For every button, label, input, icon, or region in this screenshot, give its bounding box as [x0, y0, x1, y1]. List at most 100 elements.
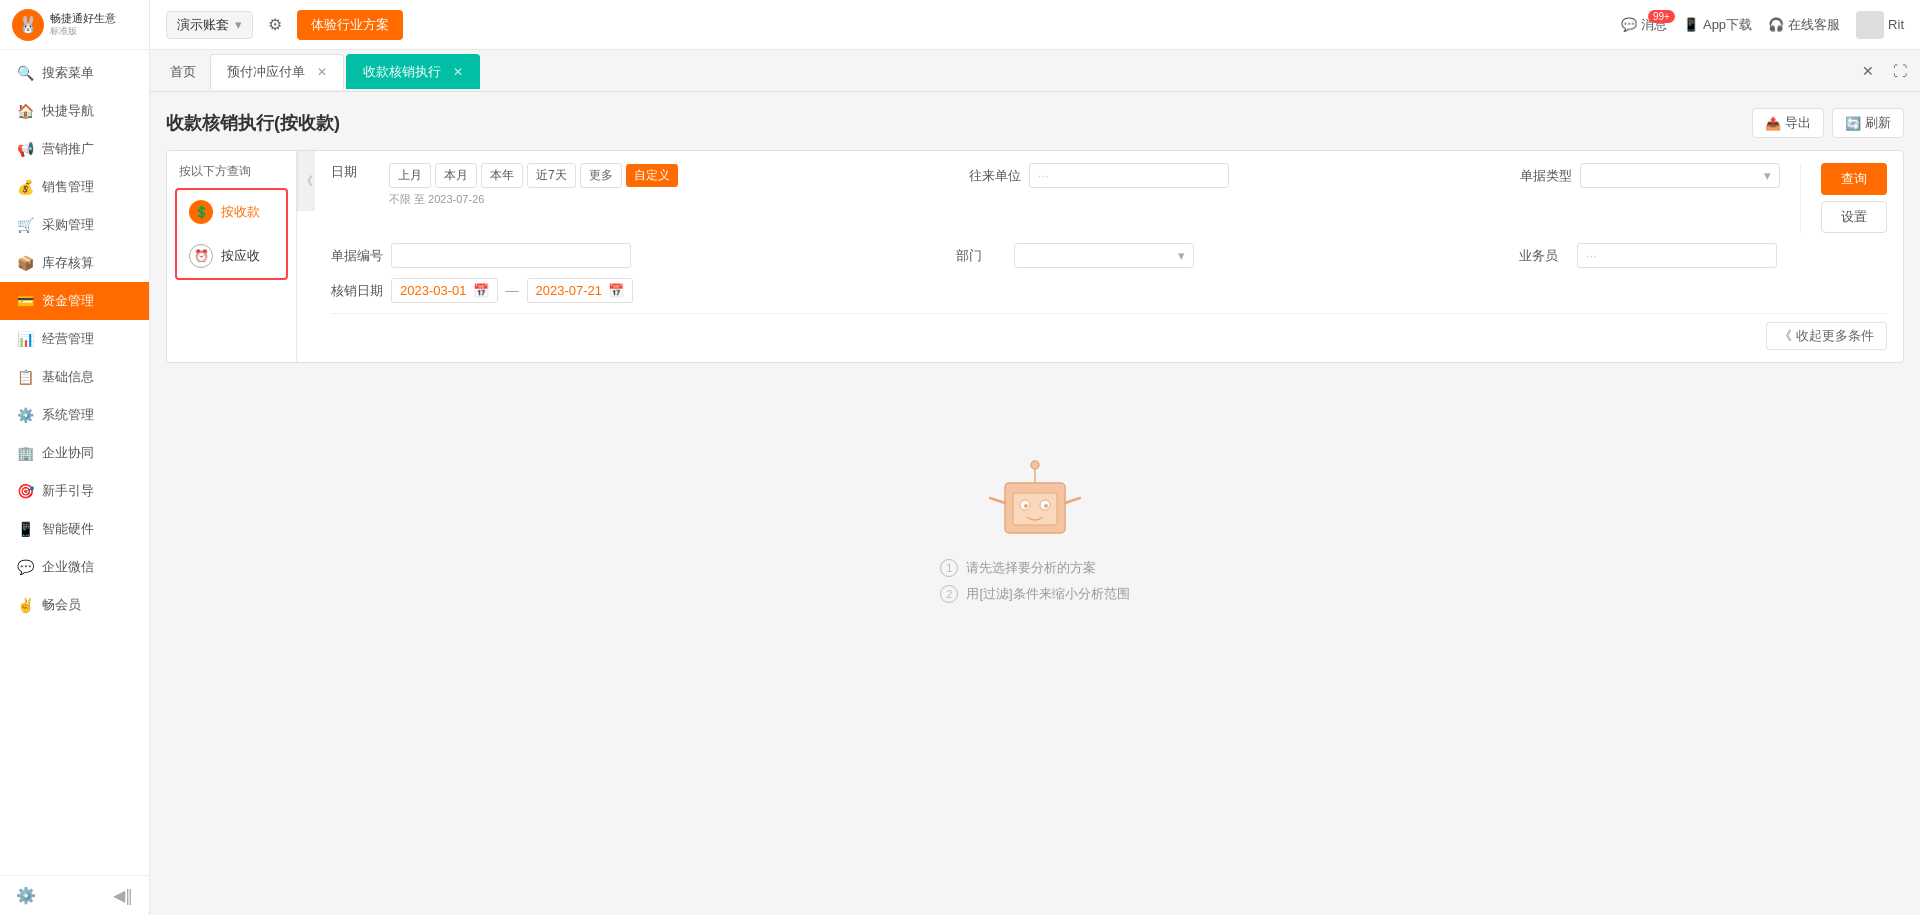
settings-btn[interactable]: 设置: [1821, 201, 1887, 233]
more-date-btn[interactable]: 更多: [580, 163, 622, 188]
marketing-icon: 📢: [16, 140, 34, 158]
step-1-text: 请先选择要分析的方案: [966, 559, 1096, 577]
last-month-btn[interactable]: 上月: [389, 163, 431, 188]
verify-date-end-value: 2023-07-21: [536, 283, 603, 298]
industry-solution-btn[interactable]: 体验行业方案: [297, 10, 403, 40]
filter-form: 日期 上月 本月 本年 近7天 更多 自定义 不限 至 2023-07-26: [315, 151, 1903, 362]
app-edition: 标准版: [50, 25, 116, 38]
step-num-1: 1: [940, 559, 958, 577]
refresh-label: 刷新: [1865, 114, 1891, 132]
last-7days-btn[interactable]: 近7天: [527, 163, 576, 188]
tab-prepay-label: 预付冲应付单: [227, 63, 305, 81]
sidebar-item-quick-nav[interactable]: 🏠 快捷导航: [0, 92, 149, 130]
calendar-end-icon: 📅: [608, 283, 624, 298]
calendar-start-icon: 📅: [473, 283, 489, 298]
svg-point-4: [1024, 504, 1028, 508]
enterprise-icon: 🏢: [16, 444, 34, 462]
sidebar-item-business[interactable]: 📊 经营管理: [0, 320, 149, 358]
filter-row-1: 日期 上月 本月 本年 近7天 更多 自定义 不限 至 2023-07-26: [331, 163, 1887, 233]
system-icon: ⚙️: [16, 406, 34, 424]
custom-date-tag[interactable]: 自定义: [626, 164, 678, 187]
staff-select[interactable]: ···: [1577, 243, 1777, 268]
message-btn[interactable]: 💬 消息 99+: [1621, 16, 1667, 34]
settings-gear-btn[interactable]: ⚙: [261, 11, 289, 39]
app-download-btn[interactable]: 📱 App下载: [1683, 16, 1752, 34]
date-separator: —: [506, 283, 519, 298]
empty-step-1: 1 请先选择要分析的方案: [940, 559, 1129, 577]
collapse-more-btn[interactable]: 《 收起更多条件: [1766, 322, 1887, 350]
empty-state: 1 请先选择要分析的方案 2 用[过滤]条件来缩小分析范围: [166, 363, 1904, 683]
this-month-btn[interactable]: 本月: [435, 163, 477, 188]
receipt-icon: 💲: [189, 200, 213, 224]
dept-select[interactable]: ▾: [1014, 243, 1194, 268]
online-service-btn[interactable]: 🎧 在线客服: [1768, 16, 1840, 34]
voucher-no-input[interactable]: [391, 243, 631, 268]
empty-illustration: [975, 443, 1095, 543]
this-year-btn[interactable]: 本年: [481, 163, 523, 188]
query-btn[interactable]: 查询: [1821, 163, 1887, 195]
collapse-more-label: 收起更多条件: [1796, 327, 1874, 345]
filter-collapse-btn[interactable]: 《: [297, 151, 315, 211]
company-selector[interactable]: 演示账套 ▾: [166, 11, 253, 39]
date-quick-btns: 上月 本月 本年 近7天 更多 自定义: [389, 163, 678, 188]
sidebar-label-hardware: 智能硬件: [42, 520, 94, 538]
sidebar-item-enterprise[interactable]: 🏢 企业协同: [0, 434, 149, 472]
tab-home-label: 首页: [170, 63, 196, 81]
sidebar-item-sales[interactable]: 💰 销售管理: [0, 168, 149, 206]
tab-prepay[interactable]: 预付冲应付单 ✕: [210, 54, 344, 89]
voucher-type-label: 单据类型: [1520, 167, 1572, 185]
settings-footer-icon[interactable]: ⚙️: [16, 886, 36, 905]
user-menu[interactable]: Rit: [1856, 11, 1904, 39]
user-name: Rit: [1888, 17, 1904, 32]
sidebar-label-finance: 资金管理: [42, 292, 94, 310]
verify-date-start[interactable]: 2023-03-01 📅: [391, 278, 498, 303]
sidebar: 🐰 畅捷通好生意 标准版 🔍 搜索菜单 🏠 快捷导航 📢 营销推广 💰 销售管理…: [0, 0, 150, 915]
tab-close-all-btn[interactable]: ✕: [1856, 59, 1880, 83]
partner-select[interactable]: ···: [1029, 163, 1229, 188]
sidebar-label-member: 畅会员: [42, 596, 81, 614]
tab-collection[interactable]: 收款核销执行 ✕: [346, 54, 480, 89]
tab-prepay-close[interactable]: ✕: [317, 65, 327, 79]
inventory-icon: 📦: [16, 254, 34, 272]
verify-date-end[interactable]: 2023-07-21 📅: [527, 278, 634, 303]
tab-collection-close[interactable]: ✕: [453, 65, 463, 79]
sidebar-item-base-info[interactable]: 📋 基础信息: [0, 358, 149, 396]
sidebar-item-system[interactable]: ⚙️ 系统管理: [0, 396, 149, 434]
empty-step-2: 2 用[过滤]条件来缩小分析范围: [940, 585, 1129, 603]
filter-receipt-label: 按收款: [221, 203, 260, 221]
sidebar-item-inventory[interactable]: 📦 库存核算: [0, 244, 149, 282]
svg-point-5: [1044, 504, 1048, 508]
sidebar-label-purchase: 采购管理: [42, 216, 94, 234]
export-btn[interactable]: 📤 导出: [1752, 108, 1824, 138]
voucher-type-field: 单据类型 ▾: [1520, 163, 1780, 188]
dept-label: 部门: [956, 247, 1006, 265]
sidebar-item-member[interactable]: ✌️ 畅会员: [0, 586, 149, 624]
filter-by-receivable[interactable]: ⏰ 按应收: [177, 234, 286, 278]
page-header: 收款核销执行(按收款) 📤 导出 🔄 刷新: [166, 108, 1904, 138]
step-num-2: 2: [940, 585, 958, 603]
sidebar-item-wechat[interactable]: 💬 企业微信: [0, 548, 149, 586]
refresh-btn[interactable]: 🔄 刷新: [1832, 108, 1904, 138]
voucher-type-dropdown-icon: ▾: [1764, 168, 1771, 183]
sidebar-item-finance[interactable]: 💳 资金管理: [0, 282, 149, 320]
purchase-icon: 🛒: [16, 216, 34, 234]
sidebar-item-hardware[interactable]: 📱 智能硬件: [0, 510, 149, 548]
verify-date-label: 核销日期: [331, 282, 383, 300]
member-icon: ✌️: [16, 596, 34, 614]
collapse-sidebar-btn[interactable]: ◀‖: [113, 886, 133, 905]
tab-maximize-btn[interactable]: ⛶: [1888, 59, 1912, 83]
page-content: 收款核销执行(按收款) 📤 导出 🔄 刷新 按以下方查询 💲: [150, 92, 1920, 915]
tab-home[interactable]: 首页: [158, 55, 208, 89]
logo-icon: 🐰: [12, 9, 44, 41]
filter-panel: 按以下方查询 💲 按收款 ⏰ 按应收 《: [166, 150, 1904, 363]
base-info-icon: 📋: [16, 368, 34, 386]
verify-date-field: 核销日期 2023-03-01 📅 — 2023-07-21 📅: [331, 278, 633, 303]
sidebar-item-guide[interactable]: 🎯 新手引导: [0, 472, 149, 510]
filter-by-receipt[interactable]: 💲 按收款: [177, 190, 286, 234]
sidebar-item-marketing[interactable]: 📢 营销推广: [0, 130, 149, 168]
sidebar-item-purchase[interactable]: 🛒 采购管理: [0, 206, 149, 244]
sidebar-item-search[interactable]: 🔍 搜索菜单: [0, 54, 149, 92]
voucher-type-select[interactable]: ▾: [1580, 163, 1780, 188]
sidebar-label-business: 经营管理: [42, 330, 94, 348]
query-settings-btns: 查询 设置: [1800, 163, 1887, 233]
